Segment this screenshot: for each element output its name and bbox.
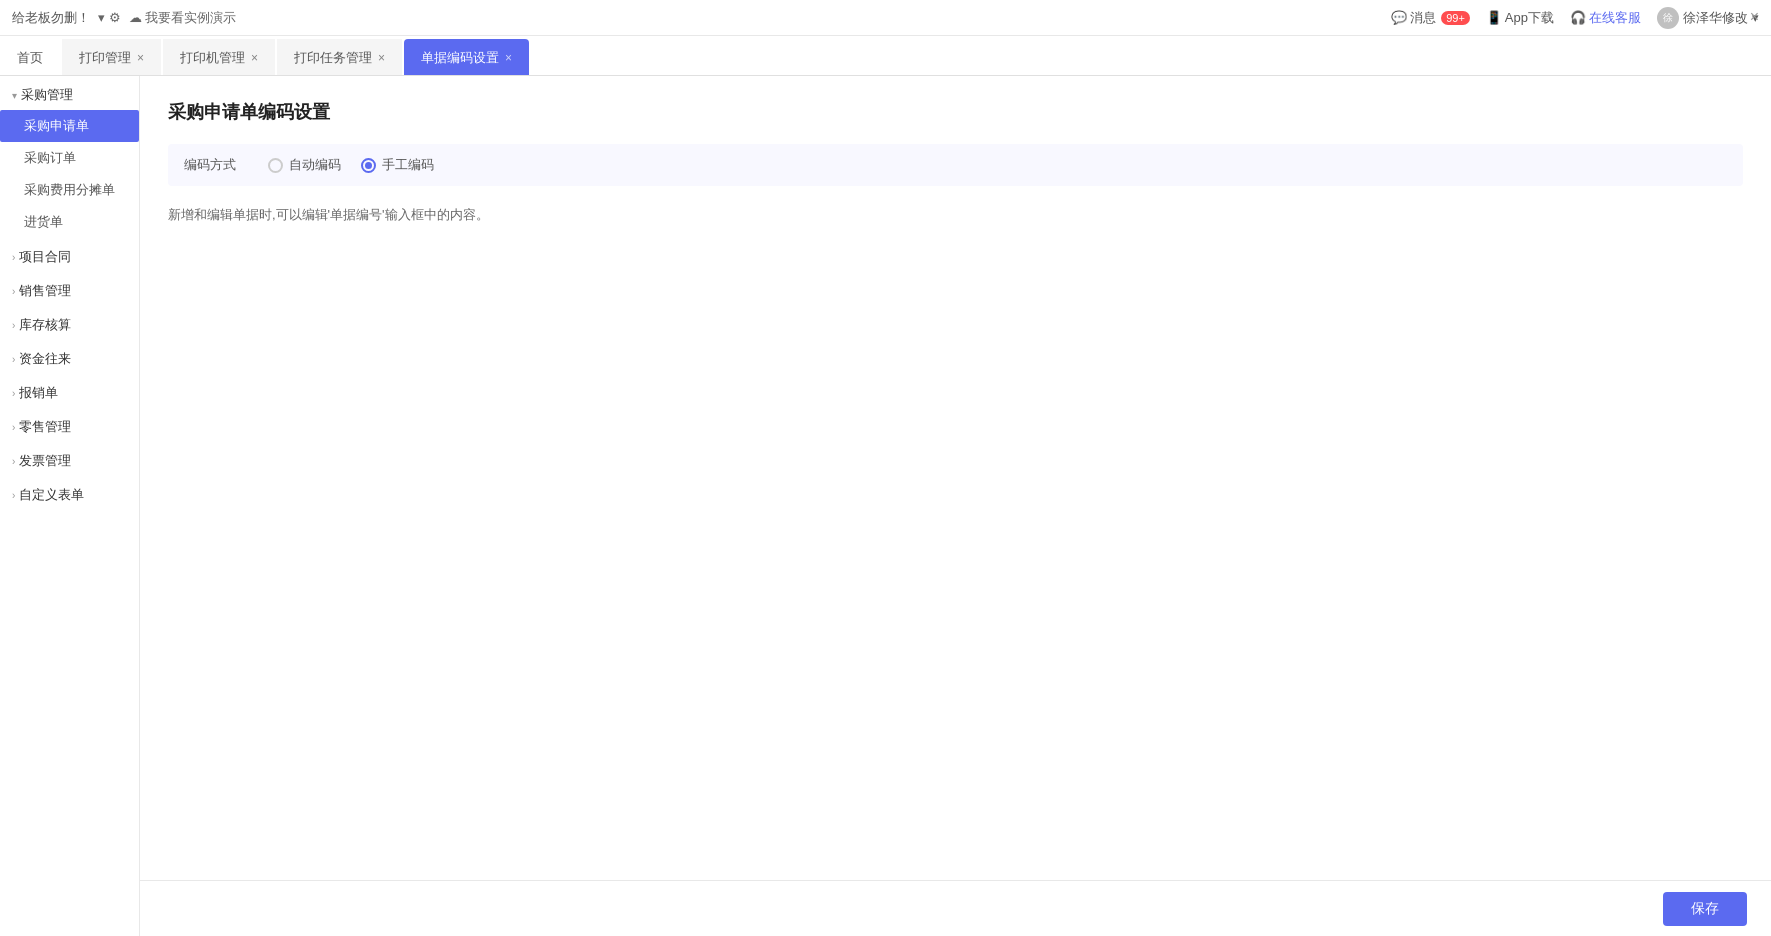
- sidebar-group-purchase-header[interactable]: ▾ 采购管理: [0, 76, 139, 110]
- tab-close-doc-code[interactable]: ×: [505, 51, 512, 65]
- collapse-arrow-project: ›: [12, 252, 15, 263]
- bottom-bar: 保存: [140, 880, 1771, 936]
- tab-print-mgmt[interactable]: 打印管理 ×: [62, 39, 161, 75]
- collapse-arrow-fund: ›: [12, 354, 15, 365]
- sidebar-group-inventory-header[interactable]: › 库存核算: [0, 306, 139, 340]
- save-button[interactable]: 保存: [1663, 892, 1747, 926]
- sidebar-group-retail: › 零售管理: [0, 408, 139, 442]
- settings-btn[interactable]: ⚙: [109, 10, 121, 25]
- tab-bar: 首页 打印管理 × 打印机管理 × 打印任务管理 × 单据编码设置 × ×: [0, 36, 1771, 76]
- message-badge: 99+: [1441, 11, 1470, 25]
- message-icon: 💬: [1391, 10, 1407, 25]
- sidebar-group-project-header[interactable]: › 项目合同: [0, 238, 139, 272]
- collapse-arrow-custom: ›: [12, 490, 15, 501]
- radio-group: 自动编码 手工编码: [268, 156, 434, 174]
- collapse-arrow-expense: ›: [12, 388, 15, 399]
- dropdown-btn[interactable]: ▾: [98, 10, 105, 25]
- content-inner: 采购申请单编码设置 编码方式 自动编码 手工编码 新增和编辑单据时,可以编辑'单…: [140, 76, 1771, 880]
- message-btn[interactable]: 💬 消息 99+: [1391, 9, 1470, 27]
- sidebar-group-project-contract: › 项目合同: [0, 238, 139, 272]
- sidebar-group-invoice: › 发票管理: [0, 442, 139, 476]
- window-close-btn[interactable]: ×: [1738, 0, 1771, 34]
- online-service-btn[interactable]: 🎧 在线客服: [1570, 9, 1641, 27]
- main-layout: ▾ 采购管理 采购申请单 采购订单 采购费用分摊单 进货单 › 项目合同 › 销…: [0, 76, 1771, 936]
- collapse-arrow-inventory: ›: [12, 320, 15, 331]
- sidebar-item-purchase-order[interactable]: 采购订单: [0, 142, 139, 174]
- sidebar-group-sales: › 销售管理: [0, 272, 139, 306]
- tab-printer-mgmt[interactable]: 打印机管理 ×: [163, 39, 275, 75]
- sidebar-group-retail-header[interactable]: › 零售管理: [0, 408, 139, 442]
- sidebar-group-custom-header[interactable]: › 自定义表单: [0, 476, 139, 510]
- sidebar-group-invoice-header[interactable]: › 发票管理: [0, 442, 139, 476]
- radio-manual-circle: [361, 158, 376, 173]
- top-bar-actions: ▾ ⚙: [98, 10, 121, 25]
- top-bar-right: 💬 消息 99+ 📱 App下载 🎧 在线客服 徐 徐泽华修改 ▾: [1391, 7, 1759, 29]
- sidebar-group-expense: › 报销单: [0, 374, 139, 408]
- encoding-row: 编码方式 自动编码 手工编码: [168, 144, 1743, 186]
- encoding-method-label: 编码方式: [184, 156, 236, 174]
- sidebar-item-purchase-expense[interactable]: 采购费用分摊单: [0, 174, 139, 206]
- sidebar-group-inventory: › 库存核算: [0, 306, 139, 340]
- sidebar-group-fund: › 资金往来: [0, 340, 139, 374]
- tab-close-printer-mgmt[interactable]: ×: [251, 51, 258, 65]
- top-bar-left: 给老板勿删！ ▾ ⚙ ☁ 我要看实例演示: [12, 9, 236, 27]
- tab-close-print-mgmt[interactable]: ×: [137, 51, 144, 65]
- tab-home[interactable]: 首页: [0, 39, 60, 75]
- sidebar-group-expense-header[interactable]: › 报销单: [0, 374, 139, 408]
- page-title: 采购申请单编码设置: [168, 100, 1743, 124]
- content-area: 采购申请单编码设置 编码方式 自动编码 手工编码 新增和编辑单据时,可以编辑'单…: [140, 76, 1771, 936]
- phone-icon: 📱: [1486, 10, 1502, 25]
- collapse-arrow-purchase: ▾: [12, 90, 17, 101]
- tab-close-print-task[interactable]: ×: [378, 51, 385, 65]
- sidebar-group-custom-form: › 自定义表单: [0, 476, 139, 510]
- top-bar: 给老板勿删！ ▾ ⚙ ☁ 我要看实例演示 💬 消息 99+ 📱 App下载 🎧 …: [0, 0, 1771, 36]
- sidebar-group-sales-header[interactable]: › 销售管理: [0, 272, 139, 306]
- sidebar-group-fund-header[interactable]: › 资金往来: [0, 340, 139, 374]
- tab-doc-code-settings[interactable]: 单据编码设置 ×: [404, 39, 529, 75]
- radio-auto-label[interactable]: 自动编码: [268, 156, 341, 174]
- cloud-icon: ☁: [129, 10, 142, 25]
- sidebar-item-purchase-request[interactable]: 采购申请单: [0, 110, 139, 142]
- sidebar: ▾ 采购管理 采购申请单 采购订单 采购费用分摊单 进货单 › 项目合同 › 销…: [0, 76, 140, 936]
- tab-print-task[interactable]: 打印任务管理 ×: [277, 39, 402, 75]
- avatar: 徐: [1657, 7, 1679, 29]
- collapse-arrow-invoice: ›: [12, 456, 15, 467]
- radio-manual-label[interactable]: 手工编码: [361, 156, 434, 174]
- app-download-btn[interactable]: 📱 App下载: [1486, 9, 1554, 27]
- top-bar-title: 给老板勿删！: [12, 9, 90, 27]
- demo-link-btn[interactable]: ☁ 我要看实例演示: [129, 9, 236, 27]
- collapse-arrow-retail: ›: [12, 422, 15, 433]
- radio-auto-circle: [268, 158, 283, 173]
- collapse-arrow-sales: ›: [12, 286, 15, 297]
- sidebar-group-purchase: ▾ 采购管理 采购申请单 采购订单 采购费用分摊单 进货单: [0, 76, 139, 238]
- headset-icon: 🎧: [1570, 10, 1586, 25]
- sidebar-item-purchase-receipt[interactable]: 进货单: [0, 206, 139, 238]
- hint-text: 新增和编辑单据时,可以编辑'单据编号'输入框中的内容。: [168, 206, 1743, 224]
